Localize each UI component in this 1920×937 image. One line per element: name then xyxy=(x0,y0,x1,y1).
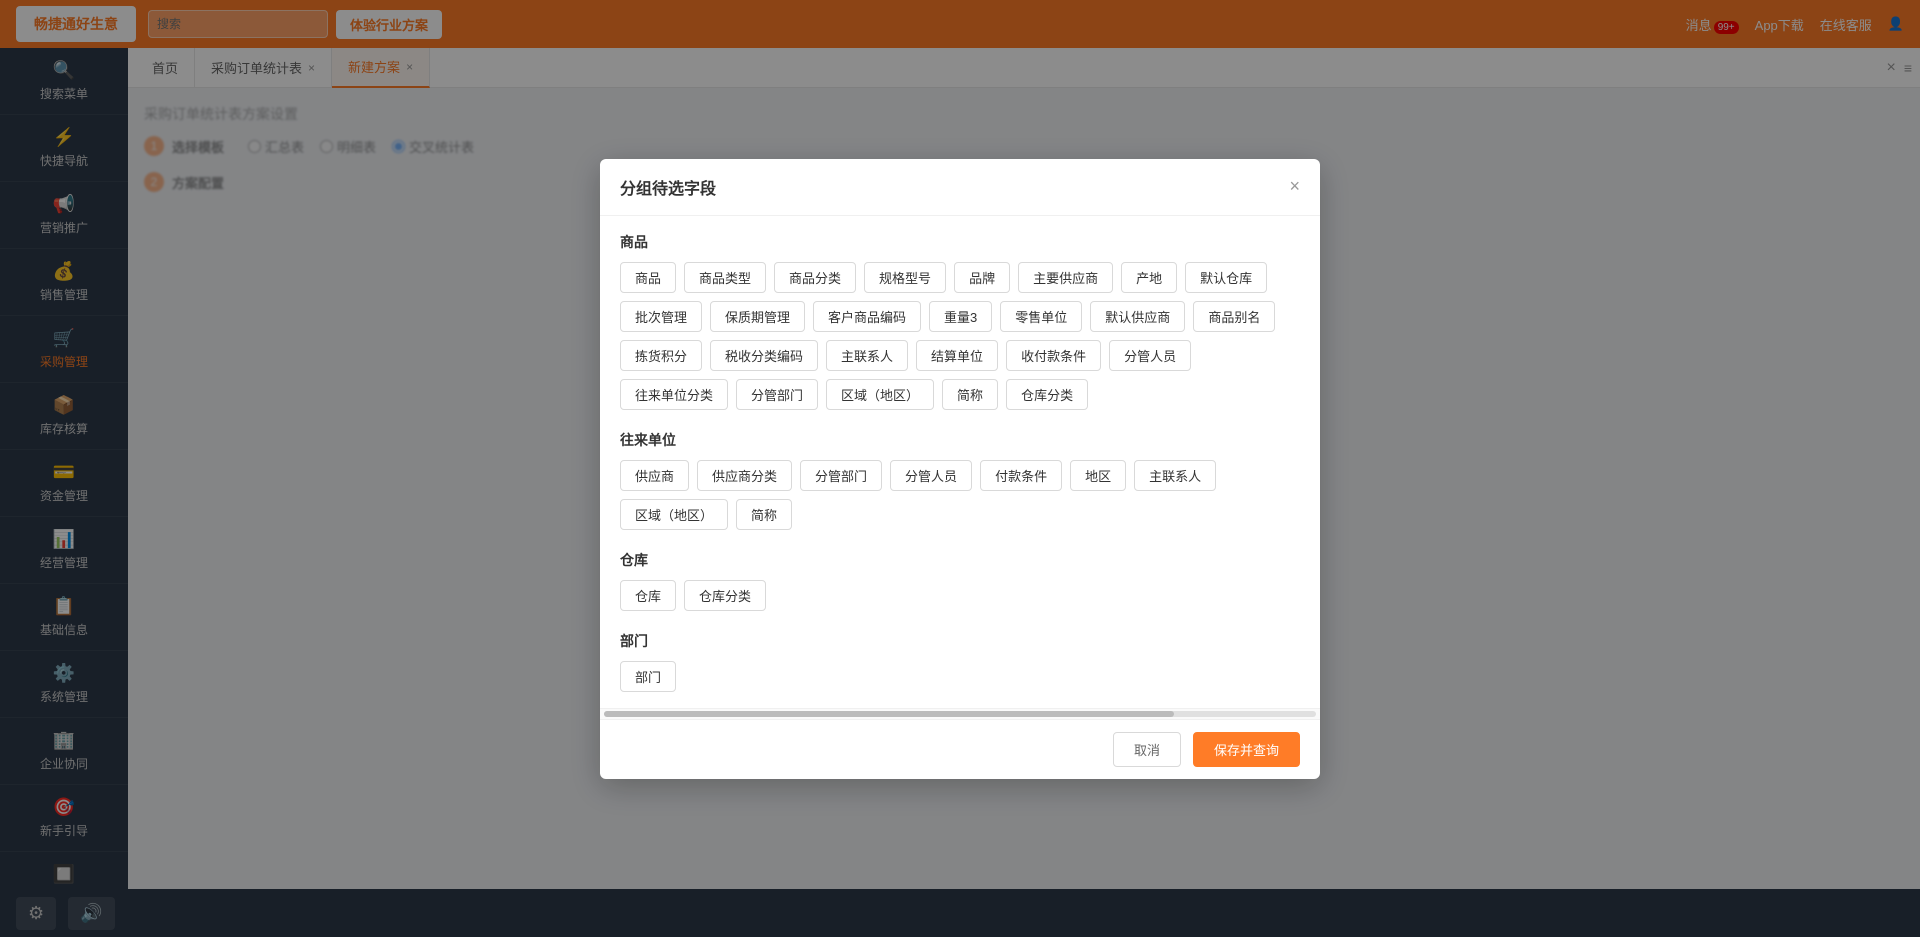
section-goods-title: 商品 xyxy=(620,232,1300,252)
tag-goods-expiry[interactable]: 保质期管理 xyxy=(710,301,805,332)
modal-close-button[interactable]: × xyxy=(1289,176,1300,197)
tag-goods-type[interactable]: 商品类型 xyxy=(684,262,766,293)
section-goods-tags: 商品 商品类型 商品分类 规格型号 品牌 主要供应商 产地 默认仓库 批次管理 … xyxy=(620,262,1300,410)
tag-goods-customer-code[interactable]: 客户商品编码 xyxy=(813,301,921,332)
section-warehouse-tags: 仓库 仓库分类 xyxy=(620,580,1300,611)
tag-goods-tax-code[interactable]: 税收分类编码 xyxy=(710,340,818,371)
tag-goods-default-warehouse[interactable]: 默认仓库 xyxy=(1185,262,1267,293)
tag-goods-pick-points[interactable]: 拣货积分 xyxy=(620,340,702,371)
tag-goods-warehouse-category[interactable]: 仓库分类 xyxy=(1006,379,1088,410)
tag-partner-short-name[interactable]: 简称 xyxy=(736,499,792,530)
tag-goods-retail-unit[interactable]: 零售单位 xyxy=(1000,301,1082,332)
section-department-tags: 部门 xyxy=(620,661,1300,692)
tag-goods-default-supplier[interactable]: 默认供应商 xyxy=(1090,301,1185,332)
tag-goods-payment-terms[interactable]: 收付款条件 xyxy=(1006,340,1101,371)
section-warehouse: 仓库 仓库 仓库分类 xyxy=(620,550,1300,611)
tag-partner-supplier-category[interactable]: 供应商分类 xyxy=(697,460,792,491)
tag-goods-category[interactable]: 商品分类 xyxy=(774,262,856,293)
tag-partner-supplier[interactable]: 供应商 xyxy=(620,460,689,491)
section-department: 部门 部门 xyxy=(620,631,1300,692)
section-warehouse-title: 仓库 xyxy=(620,550,1300,570)
modal-body: 商品 商品 商品类型 商品分类 规格型号 品牌 主要供应商 产地 默认仓库 批次… xyxy=(600,216,1320,709)
tag-goods-short-name[interactable]: 简称 xyxy=(942,379,998,410)
tag-goods-weight[interactable]: 重量3 xyxy=(929,301,992,332)
tag-partner-region[interactable]: 地区 xyxy=(1070,460,1126,491)
tag-warehouse-warehouse[interactable]: 仓库 xyxy=(620,580,676,611)
tag-goods-product[interactable]: 商品 xyxy=(620,262,676,293)
tag-warehouse-category[interactable]: 仓库分类 xyxy=(684,580,766,611)
modal-header: 分组待选字段 × xyxy=(600,159,1320,216)
tag-goods-manager[interactable]: 分管人员 xyxy=(1109,340,1191,371)
tag-goods-dept[interactable]: 分管部门 xyxy=(736,379,818,410)
section-department-title: 部门 xyxy=(620,631,1300,651)
tag-goods-spec[interactable]: 规格型号 xyxy=(864,262,946,293)
tag-department-dept[interactable]: 部门 xyxy=(620,661,676,692)
tag-goods-brand[interactable]: 品牌 xyxy=(954,262,1010,293)
section-partner-title: 往来单位 xyxy=(620,430,1300,450)
tag-goods-settle-unit[interactable]: 结算单位 xyxy=(916,340,998,371)
tag-goods-main-supplier[interactable]: 主要供应商 xyxy=(1018,262,1113,293)
tag-partner-payment[interactable]: 付款条件 xyxy=(980,460,1062,491)
tag-goods-batch[interactable]: 批次管理 xyxy=(620,301,702,332)
tag-partner-main-contact[interactable]: 主联系人 xyxy=(1134,460,1216,491)
tag-partner-area[interactable]: 区域（地区） xyxy=(620,499,728,530)
tag-goods-region[interactable]: 区域（地区） xyxy=(826,379,934,410)
modal-title: 分组待选字段 xyxy=(620,175,716,199)
tag-goods-alias[interactable]: 商品别名 xyxy=(1193,301,1275,332)
modal-horizontal-scroll[interactable] xyxy=(600,708,1320,718)
tag-partner-manager[interactable]: 分管人员 xyxy=(890,460,972,491)
tag-goods-main-contact[interactable]: 主联系人 xyxy=(826,340,908,371)
tag-partner-dept[interactable]: 分管部门 xyxy=(800,460,882,491)
section-partner-tags: 供应商 供应商分类 分管部门 分管人员 付款条件 地区 主联系人 区域（地区） … xyxy=(620,460,1300,530)
section-goods: 商品 商品 商品类型 商品分类 规格型号 品牌 主要供应商 产地 默认仓库 批次… xyxy=(620,232,1300,410)
modal-dialog: 分组待选字段 × 商品 商品 商品类型 商品分类 规格型号 品牌 主要供应商 产… xyxy=(600,159,1320,779)
section-partner: 往来单位 供应商 供应商分类 分管部门 分管人员 付款条件 地区 主联系人 区域… xyxy=(620,430,1300,530)
modal-footer: 取消 保存并查询 xyxy=(600,719,1320,779)
tag-goods-origin[interactable]: 产地 xyxy=(1121,262,1177,293)
confirm-button[interactable]: 保存并查询 xyxy=(1193,732,1300,767)
cancel-button[interactable]: 取消 xyxy=(1113,732,1181,767)
tag-goods-partner-category[interactable]: 往来单位分类 xyxy=(620,379,728,410)
